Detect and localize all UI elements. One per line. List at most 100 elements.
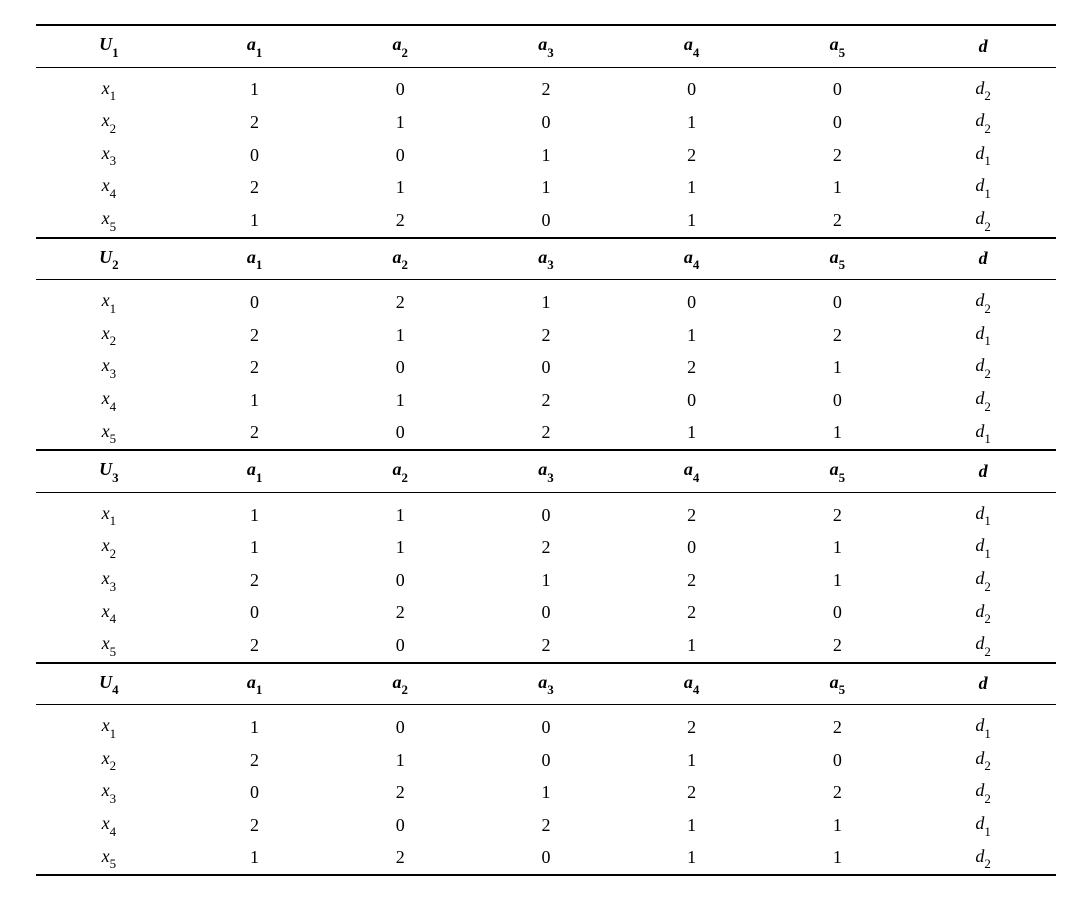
- column-header-a5: a5: [765, 663, 911, 705]
- column-header-a2: a2: [327, 238, 473, 280]
- cell-a5: 2: [765, 204, 911, 238]
- cell-a3: 0: [473, 106, 619, 139]
- row-label: x5: [36, 629, 182, 663]
- row-label: x2: [36, 106, 182, 139]
- cell-d: d1: [910, 492, 1056, 531]
- column-header-a4: a4: [619, 238, 765, 280]
- column-header-d: d: [910, 25, 1056, 67]
- cell-a4: 1: [619, 744, 765, 777]
- cell-a1: 1: [182, 204, 328, 238]
- cell-a1: 2: [182, 106, 328, 139]
- cell-a1: 2: [182, 564, 328, 597]
- cell-a2: 0: [327, 417, 473, 451]
- column-header-a3: a3: [473, 238, 619, 280]
- cell-a3: 0: [473, 597, 619, 630]
- row-label: x1: [36, 705, 182, 744]
- cell-a3: 1: [473, 280, 619, 319]
- cell-a4: 2: [619, 705, 765, 744]
- cell-d: d2: [910, 384, 1056, 417]
- cell-a3: 0: [473, 351, 619, 384]
- cell-a3: 2: [473, 417, 619, 451]
- cell-a1: 2: [182, 417, 328, 451]
- cell-a4: 1: [619, 171, 765, 204]
- table-row: x110200d2: [36, 67, 1056, 106]
- cell-a2: 1: [327, 384, 473, 417]
- table-row: x221212d1: [36, 319, 1056, 352]
- cell-a1: 1: [182, 531, 328, 564]
- column-header-a3: a3: [473, 450, 619, 492]
- table-row: x111022d1: [36, 492, 1056, 531]
- cell-d: d1: [910, 139, 1056, 172]
- column-header-a4: a4: [619, 25, 765, 67]
- column-header-a1: a1: [182, 450, 328, 492]
- cell-d: d2: [910, 280, 1056, 319]
- cell-d: d1: [910, 319, 1056, 352]
- cell-a5: 2: [765, 492, 911, 531]
- cell-a4: 1: [619, 629, 765, 663]
- cell-d: d2: [910, 842, 1056, 876]
- cell-d: d2: [910, 351, 1056, 384]
- cell-a5: 1: [765, 417, 911, 451]
- column-header-d: d: [910, 450, 1056, 492]
- cell-a2: 0: [327, 809, 473, 842]
- cell-a1: 2: [182, 629, 328, 663]
- table-row: x211201d1: [36, 531, 1056, 564]
- cell-a3: 0: [473, 492, 619, 531]
- cell-a1: 2: [182, 351, 328, 384]
- row-label: x5: [36, 842, 182, 876]
- cell-a3: 1: [473, 776, 619, 809]
- cell-a4: 1: [619, 842, 765, 876]
- cell-a5: 1: [765, 171, 911, 204]
- cell-d: d2: [910, 204, 1056, 238]
- cell-a1: 0: [182, 776, 328, 809]
- block-header: U3a1a2a3a4a5d: [36, 450, 1056, 492]
- cell-a2: 1: [327, 171, 473, 204]
- table-row: x512012d2: [36, 204, 1056, 238]
- cell-d: d2: [910, 776, 1056, 809]
- cell-a1: 0: [182, 280, 328, 319]
- cell-a2: 2: [327, 776, 473, 809]
- column-header-d: d: [910, 663, 1056, 705]
- column-header-a3: a3: [473, 25, 619, 67]
- column-header-a5: a5: [765, 25, 911, 67]
- cell-a4: 1: [619, 809, 765, 842]
- table-row: x320021d2: [36, 351, 1056, 384]
- cell-a3: 1: [473, 564, 619, 597]
- cell-a3: 2: [473, 384, 619, 417]
- cell-a2: 0: [327, 139, 473, 172]
- table-row: x402020d2: [36, 597, 1056, 630]
- cell-a1: 0: [182, 597, 328, 630]
- table-row: x102100d2: [36, 280, 1056, 319]
- column-header-a1: a1: [182, 25, 328, 67]
- cell-a3: 0: [473, 204, 619, 238]
- block-name: U3: [36, 450, 182, 492]
- cell-a4: 0: [619, 280, 765, 319]
- cell-a5: 1: [765, 809, 911, 842]
- cell-d: d1: [910, 171, 1056, 204]
- cell-a3: 2: [473, 67, 619, 106]
- block-name: U1: [36, 25, 182, 67]
- table-row: x302122d2: [36, 776, 1056, 809]
- table-row: x110022d1: [36, 705, 1056, 744]
- table-row: x221010d2: [36, 106, 1056, 139]
- column-header-a2: a2: [327, 450, 473, 492]
- row-label: x3: [36, 139, 182, 172]
- cell-a3: 0: [473, 705, 619, 744]
- cell-a1: 0: [182, 139, 328, 172]
- cell-a3: 2: [473, 629, 619, 663]
- cell-d: d2: [910, 67, 1056, 106]
- row-label: x1: [36, 492, 182, 531]
- cell-d: d1: [910, 531, 1056, 564]
- cell-a2: 0: [327, 351, 473, 384]
- cell-a5: 1: [765, 351, 911, 384]
- row-label: x3: [36, 564, 182, 597]
- cell-d: d2: [910, 564, 1056, 597]
- column-header-a1: a1: [182, 663, 328, 705]
- cell-a2: 0: [327, 67, 473, 106]
- cell-d: d2: [910, 744, 1056, 777]
- cell-a3: 2: [473, 531, 619, 564]
- table-row: x520211d1: [36, 417, 1056, 451]
- cell-a2: 1: [327, 492, 473, 531]
- block-name: U2: [36, 238, 182, 280]
- row-label: x4: [36, 809, 182, 842]
